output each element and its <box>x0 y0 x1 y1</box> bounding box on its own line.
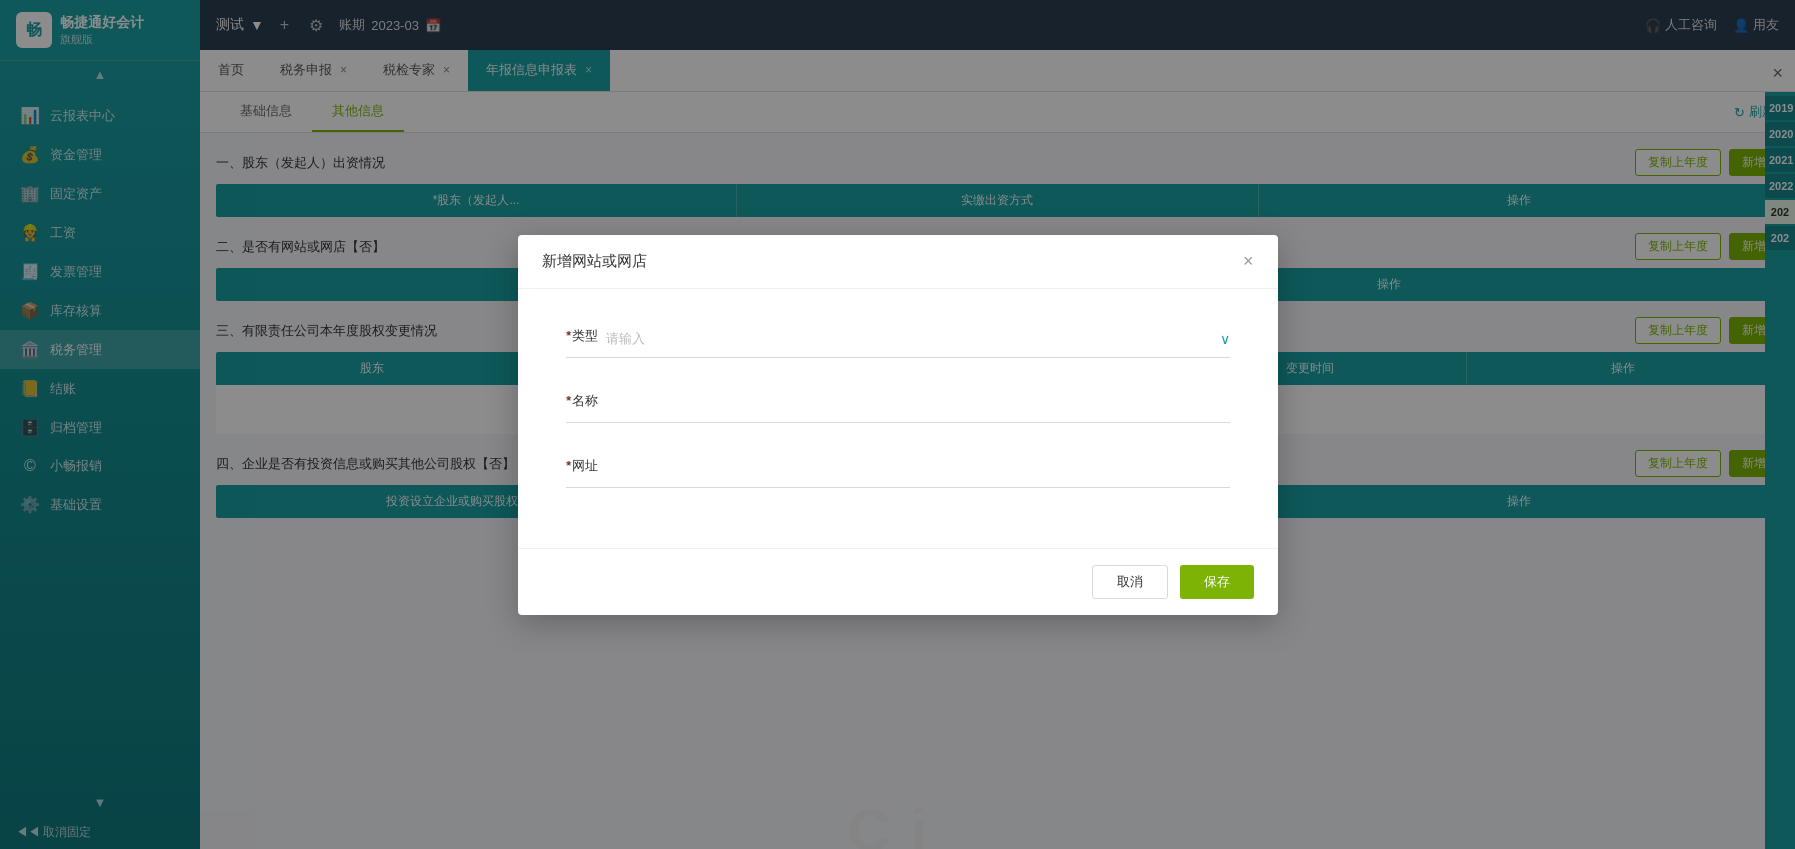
save-button[interactable]: 保存 <box>1180 565 1254 599</box>
url-input-wrapper: **网址 <box>566 451 1230 488</box>
modal-footer: 取消 保存 <box>518 548 1278 615</box>
name-input-wrapper: **名称 <box>566 386 1230 423</box>
cancel-button[interactable]: 取消 <box>1092 565 1168 599</box>
name-label-text: *名称 <box>567 393 598 408</box>
form-field-url: **网址 <box>566 451 1230 488</box>
form-field-name: **名称 <box>566 386 1230 423</box>
url-input[interactable] <box>606 461 1230 476</box>
name-input[interactable] <box>606 396 1230 411</box>
url-label-text: *网址 <box>567 458 598 473</box>
type-label: **类型 <box>566 327 598 345</box>
form-field-type: **类型 ∨ <box>566 321 1230 358</box>
type-label-text: *类型 <box>567 328 598 343</box>
modal-add-website: 新增网站或网店 × **类型 ∨ **名称 <box>518 235 1278 615</box>
modal-body: **类型 ∨ **名称 **网址 <box>518 289 1278 548</box>
chevron-down-icon: ∨ <box>1220 331 1230 347</box>
name-label: **名称 <box>566 392 598 410</box>
type-input-wrapper: **类型 ∨ <box>566 321 1230 358</box>
modal-close-button[interactable]: × <box>1243 251 1254 272</box>
modal-header: 新增网站或网店 × <box>518 235 1278 289</box>
type-input[interactable] <box>606 331 1212 346</box>
modal-title: 新增网站或网店 <box>542 252 647 271</box>
url-label: **网址 <box>566 457 598 475</box>
